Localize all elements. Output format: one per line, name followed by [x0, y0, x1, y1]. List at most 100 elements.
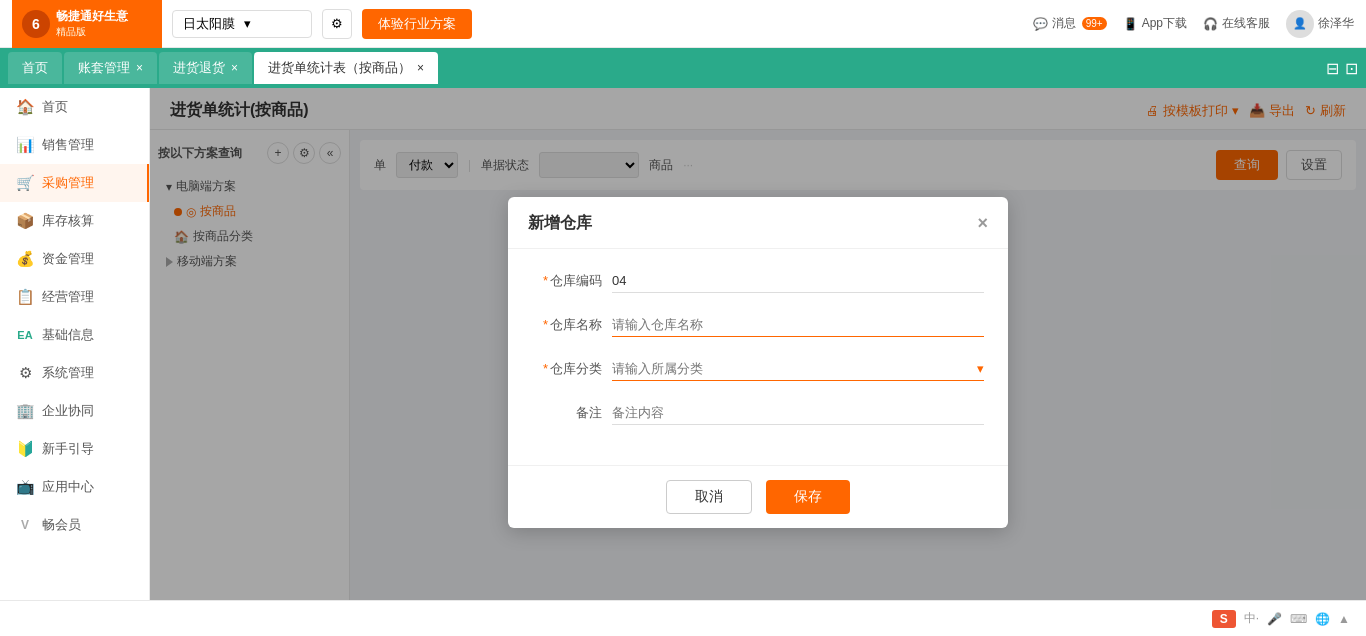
gear-button[interactable]: ⚙ — [322, 9, 352, 39]
purchase-icon: 🛒 — [16, 174, 34, 192]
store-selector[interactable]: 日太阳膜 ▾ — [172, 10, 312, 38]
online-service-group[interactable]: 🎧 在线客服 — [1203, 15, 1270, 32]
form-row-remark: 备注 — [532, 401, 984, 425]
messages-badge: 99+ — [1082, 17, 1107, 30]
sidebar-item-inventory[interactable]: 📦 库存核算 — [0, 202, 149, 240]
sidebar-inventory-label: 库存核算 — [42, 212, 94, 230]
mic-icon[interactable]: 🎤 — [1267, 612, 1282, 626]
form-row-name: *仓库名称 — [532, 313, 984, 337]
sales-icon: 📊 — [16, 136, 34, 154]
language-icon[interactable]: 🌐 — [1315, 612, 1330, 626]
system-icon: ⚙ — [16, 364, 34, 382]
category-select-row: ▾ — [612, 357, 984, 381]
modal-body: *仓库编码 *仓库名称 *仓库分类 — [508, 249, 1008, 465]
sidebar-item-home[interactable]: 🏠 首页 — [0, 88, 149, 126]
content-area: 进货单统计(按商品) 🖨 按模板打印 ▾ 📥 导出 ↻ 刷新 — [150, 88, 1366, 636]
modal-footer: 取消 保存 — [508, 465, 1008, 528]
apps-icon: 📺 — [16, 478, 34, 496]
inventory-icon: 📦 — [16, 212, 34, 230]
keyboard-icon[interactable]: ⌨ — [1290, 612, 1307, 626]
tab-accounts-label: 账套管理 — [78, 59, 130, 77]
sidebar-enterprise-label: 企业协同 — [42, 402, 94, 420]
sidebar-guide-label: 新手引导 — [42, 440, 94, 458]
tab-accounts-close[interactable]: × — [136, 61, 143, 75]
home-icon: 🏠 — [16, 98, 34, 116]
tab-purchase-stats-close[interactable]: × — [417, 61, 424, 75]
status-chevron[interactable]: ▲ — [1338, 612, 1350, 626]
s-logo: S — [1212, 610, 1236, 628]
message-icon: 💬 — [1033, 17, 1048, 31]
person-icon: 👤 — [1293, 17, 1307, 30]
sidebar-home-label: 首页 — [42, 98, 68, 116]
category-input[interactable] — [612, 361, 977, 376]
tab-purchase-return-label: 进货退货 — [173, 59, 225, 77]
tab-purchase-stats[interactable]: 进货单统计表（按商品） × — [254, 52, 438, 84]
vip-icon: V — [16, 516, 34, 534]
modal-new-warehouse: 新增仓库 × *仓库编码 *仓库名称 — [508, 197, 1008, 528]
sidebar-item-basic-info[interactable]: EA 基础信息 — [0, 316, 149, 354]
enterprise-icon: 🏢 — [16, 402, 34, 420]
header-right: 💬 消息 99+ 📱 App下载 🎧 在线客服 👤 徐泽华 — [1033, 10, 1354, 38]
tab-purchase-stats-label: 进货单统计表（按商品） — [268, 59, 411, 77]
s-logo-group: S — [1212, 610, 1236, 628]
chevron-down-icon: ▾ — [244, 16, 301, 31]
sidebar-item-operations[interactable]: 📋 经营管理 — [0, 278, 149, 316]
phone-icon: 📱 — [1123, 17, 1138, 31]
tab-purchase-return[interactable]: 进货退货 × — [159, 52, 252, 84]
remark-input[interactable] — [612, 401, 984, 425]
sidebar-vip-label: 畅会员 — [42, 516, 81, 534]
required-star-code: * — [543, 273, 548, 288]
top-header: 6 畅捷通好生意 精品版 日太阳膜 ▾ ⚙ 体验行业方案 💬 消息 99+ 📱 … — [0, 0, 1366, 48]
sidebar-scroll: 🏠 首页 📊 销售管理 🛒 采购管理 📦 库存核算 💰 资金管理 📋 经 — [0, 88, 149, 601]
tab-home[interactable]: 首页 — [8, 52, 62, 84]
sidebar-operations-label: 经营管理 — [42, 288, 94, 306]
cancel-button[interactable]: 取消 — [666, 480, 752, 514]
sidebar-item-purchase[interactable]: 🛒 采购管理 — [0, 164, 149, 202]
user-group[interactable]: 👤 徐泽华 — [1286, 10, 1354, 38]
sidebar-purchase-label: 采购管理 — [42, 174, 94, 192]
name-label: *仓库名称 — [532, 316, 602, 334]
trial-button[interactable]: 体验行业方案 — [362, 9, 472, 39]
modal-close-button[interactable]: × — [977, 213, 988, 234]
minimize-icon[interactable]: ⊟ — [1326, 59, 1339, 78]
sidebar-item-apps[interactable]: 📺 应用中心 — [0, 468, 149, 506]
sidebar-basic-info-label: 基础信息 — [42, 326, 94, 344]
required-star-category: * — [543, 361, 548, 376]
sidebar-item-finance[interactable]: 💰 资金管理 — [0, 240, 149, 278]
code-input[interactable] — [612, 269, 984, 293]
tab-bar-controls: ⊟ ⊡ — [1326, 59, 1358, 78]
logo-area: 6 畅捷通好生意 精品版 — [12, 0, 162, 48]
sidebar-apps-label: 应用中心 — [42, 478, 94, 496]
modal-overlay: 新增仓库 × *仓库编码 *仓库名称 — [150, 88, 1366, 636]
app-download-group[interactable]: 📱 App下载 — [1123, 15, 1187, 32]
form-row-code: *仓库编码 — [532, 269, 984, 293]
messages-group[interactable]: 💬 消息 99+ — [1033, 15, 1107, 32]
basic-info-icon: EA — [16, 326, 34, 344]
sidebar-sales-label: 销售管理 — [42, 136, 94, 154]
sidebar-finance-label: 资金管理 — [42, 250, 94, 268]
sidebar-item-system[interactable]: ⚙ 系统管理 — [0, 354, 149, 392]
tab-bar: 首页 账套管理 × 进货退货 × 进货单统计表（按商品） × ⊟ ⊡ — [0, 48, 1366, 88]
tab-purchase-return-close[interactable]: × — [231, 61, 238, 75]
headset-icon: 🎧 — [1203, 17, 1218, 31]
sidebar-item-guide[interactable]: 🔰 新手引导 — [0, 430, 149, 468]
form-row-category: *仓库分类 ▾ — [532, 357, 984, 381]
operations-icon: 📋 — [16, 288, 34, 306]
status-bar: S 中· 🎤 ⌨ 🌐 ▲ — [0, 600, 1366, 636]
tab-accounts[interactable]: 账套管理 × — [64, 52, 157, 84]
category-chevron[interactable]: ▾ — [977, 361, 984, 376]
remark-label: 备注 — [532, 404, 602, 422]
main-layout: 🏠 首页 📊 销售管理 🛒 采购管理 📦 库存核算 💰 资金管理 📋 经 — [0, 88, 1366, 636]
sidebar-item-sales[interactable]: 📊 销售管理 — [0, 126, 149, 164]
required-star-name: * — [543, 317, 548, 332]
name-input[interactable] — [612, 313, 984, 337]
gear-icon: ⚙ — [331, 16, 343, 31]
status-cn-label: 中· — [1244, 610, 1259, 627]
logo-text: 畅捷通好生意 精品版 — [56, 8, 128, 39]
code-label: *仓库编码 — [532, 272, 602, 290]
maximize-icon[interactable]: ⊡ — [1345, 59, 1358, 78]
sidebar-item-enterprise[interactable]: 🏢 企业协同 — [0, 392, 149, 430]
sidebar-item-vip[interactable]: V 畅会员 — [0, 506, 149, 544]
tab-home-label: 首页 — [22, 59, 48, 77]
save-button[interactable]: 保存 — [766, 480, 850, 514]
